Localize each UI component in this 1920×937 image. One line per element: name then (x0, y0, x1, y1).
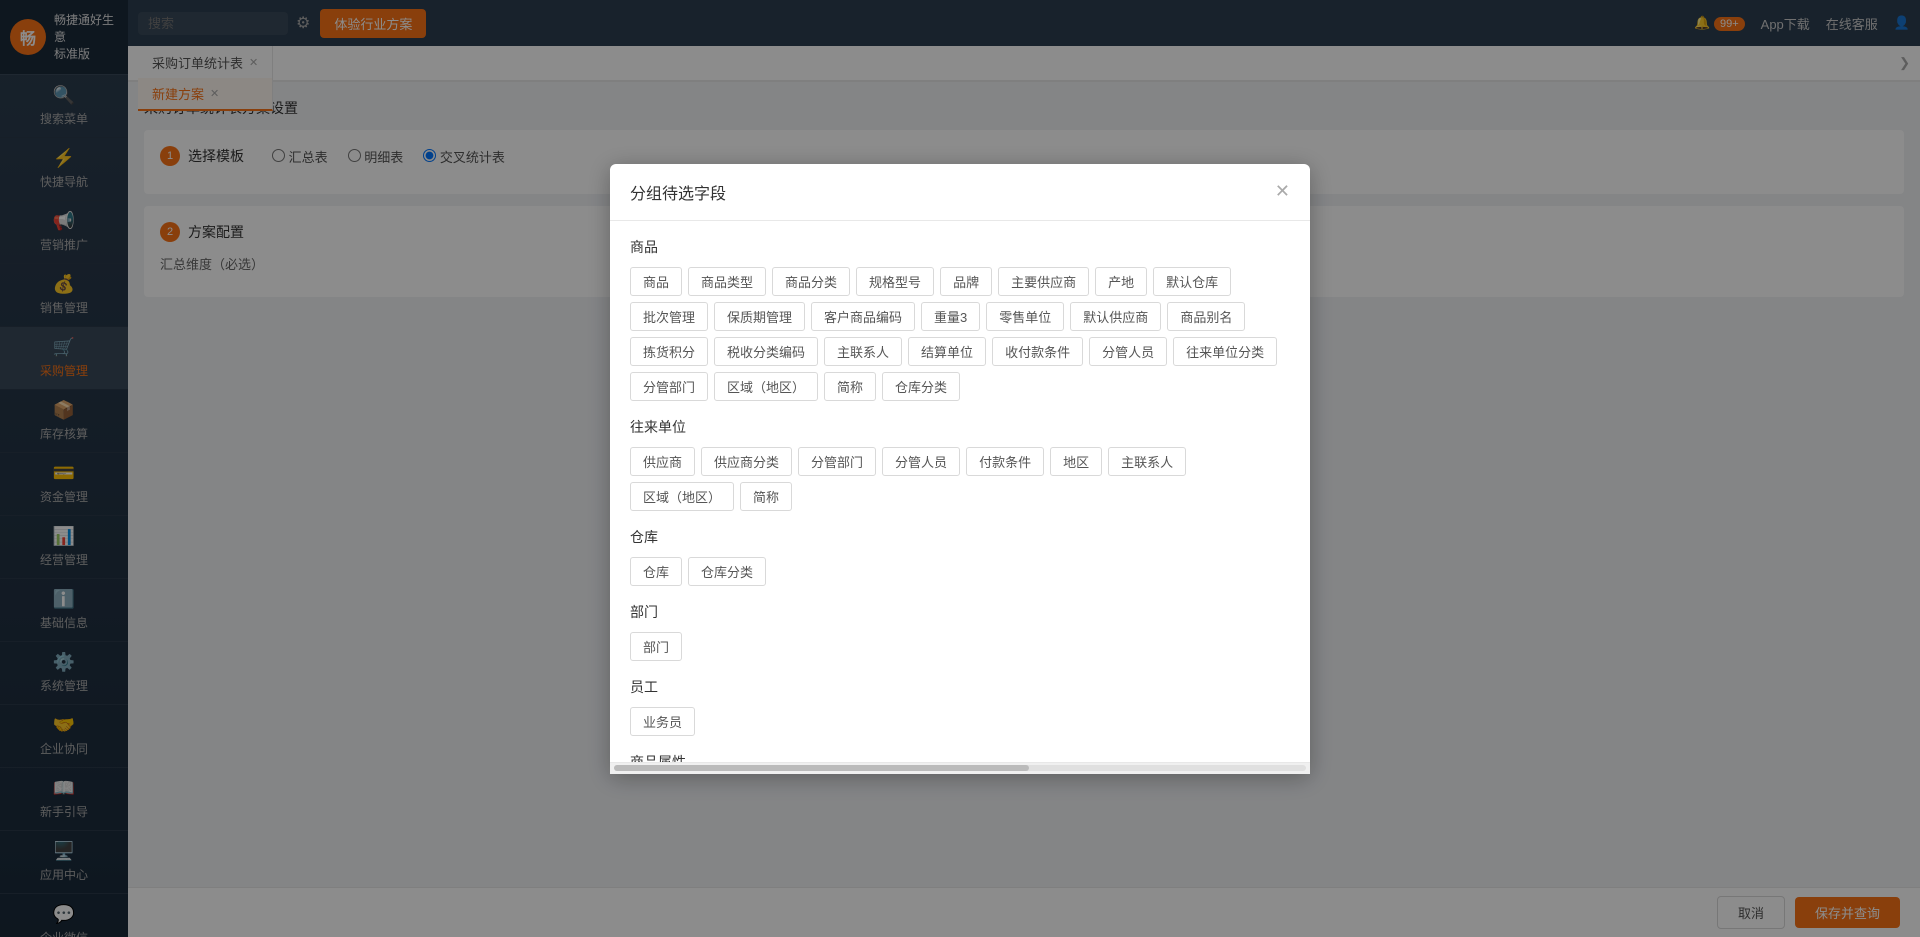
field-tag-往来单位分类[interactable]: 往来单位分类 (1173, 337, 1277, 366)
hscroll-track (614, 765, 1306, 771)
field-tag-重量3[interactable]: 重量3 (921, 302, 980, 331)
field-section-title-attribute: 商品属性 (630, 752, 1290, 762)
field-tag-商品[interactable]: 商品 (630, 267, 682, 296)
field-tag-客户商品编码[interactable]: 客户商品编码 (811, 302, 915, 331)
field-section-product: 商品商品商品类型商品分类规格型号品牌主要供应商产地默认仓库批次管理保质期管理客户… (630, 237, 1290, 401)
field-tag-部门[interactable]: 部门 (630, 632, 682, 661)
field-tag-区域（地区）[interactable]: 区域（地区） (714, 372, 818, 401)
field-tag-批次管理[interactable]: 批次管理 (630, 302, 708, 331)
field-tag-零售单位[interactable]: 零售单位 (986, 302, 1064, 331)
field-tag-分管部门[interactable]: 分管部门 (630, 372, 708, 401)
field-tag-产地[interactable]: 产地 (1095, 267, 1147, 296)
field-section-partner: 往来单位供应商供应商分类分管部门分管人员付款条件地区主联系人区域（地区）简称 (630, 417, 1290, 511)
field-tag-简称[interactable]: 简称 (740, 482, 792, 511)
field-tag-仓库分类[interactable]: 仓库分类 (882, 372, 960, 401)
field-section-attribute: 商品属性属性颜色多规格尺码鞋码1 (630, 752, 1290, 762)
field-tag-主联系人[interactable]: 主联系人 (1108, 447, 1186, 476)
field-tag-保质期管理[interactable]: 保质期管理 (714, 302, 805, 331)
field-tag-商品类型[interactable]: 商品类型 (688, 267, 766, 296)
field-tag-供应商[interactable]: 供应商 (630, 447, 695, 476)
field-tag-区域（地区）[interactable]: 区域（地区） (630, 482, 734, 511)
field-section-title-employee: 员工 (630, 677, 1290, 697)
field-tag-分管人员[interactable]: 分管人员 (1089, 337, 1167, 366)
field-tag-品牌[interactable]: 品牌 (940, 267, 992, 296)
field-tag-仓库分类[interactable]: 仓库分类 (688, 557, 766, 586)
field-tag-拣货积分[interactable]: 拣货积分 (630, 337, 708, 366)
field-tag-主联系人[interactable]: 主联系人 (824, 337, 902, 366)
modal-header: 分组待选字段 ✕ (610, 164, 1310, 221)
hscroll-thumb (614, 765, 1029, 771)
field-tag-默认仓库[interactable]: 默认仓库 (1153, 267, 1231, 296)
field-tag-仓库[interactable]: 仓库 (630, 557, 682, 586)
field-tag-分管部门[interactable]: 分管部门 (798, 447, 876, 476)
field-tag-商品分类[interactable]: 商品分类 (772, 267, 850, 296)
field-tag-默认供应商[interactable]: 默认供应商 (1070, 302, 1161, 331)
field-tag-收付款条件[interactable]: 收付款条件 (992, 337, 1083, 366)
field-tag-主要供应商[interactable]: 主要供应商 (998, 267, 1089, 296)
field-tag-结算单位[interactable]: 结算单位 (908, 337, 986, 366)
field-section-department: 部门部门 (630, 602, 1290, 661)
field-section-title-department: 部门 (630, 602, 1290, 622)
modal-body[interactable]: 商品商品商品类型商品分类规格型号品牌主要供应商产地默认仓库批次管理保质期管理客户… (610, 221, 1310, 762)
field-selection-modal: 分组待选字段 ✕ 商品商品商品类型商品分类规格型号品牌主要供应商产地默认仓库批次… (610, 164, 1310, 774)
field-tag-规格型号[interactable]: 规格型号 (856, 267, 934, 296)
field-tag-付款条件[interactable]: 付款条件 (966, 447, 1044, 476)
field-section-title-partner: 往来单位 (630, 417, 1290, 437)
modal-close-icon[interactable]: ✕ (1275, 181, 1290, 202)
modal-horizontal-scrollbar[interactable] (610, 762, 1310, 774)
field-tag-分管人员[interactable]: 分管人员 (882, 447, 960, 476)
field-section-title-product: 商品 (630, 237, 1290, 257)
field-tag-商品别名[interactable]: 商品别名 (1167, 302, 1245, 331)
field-section-employee: 员工业务员 (630, 677, 1290, 736)
field-section-warehouse: 仓库仓库仓库分类 (630, 527, 1290, 586)
field-tag-地区[interactable]: 地区 (1050, 447, 1102, 476)
field-tag-税收分类编码[interactable]: 税收分类编码 (714, 337, 818, 366)
field-tag-业务员[interactable]: 业务员 (630, 707, 695, 736)
modal-title: 分组待选字段 (630, 180, 726, 204)
field-tag-供应商分类[interactable]: 供应商分类 (701, 447, 792, 476)
field-section-title-warehouse: 仓库 (630, 527, 1290, 547)
field-tag-简称[interactable]: 简称 (824, 372, 876, 401)
